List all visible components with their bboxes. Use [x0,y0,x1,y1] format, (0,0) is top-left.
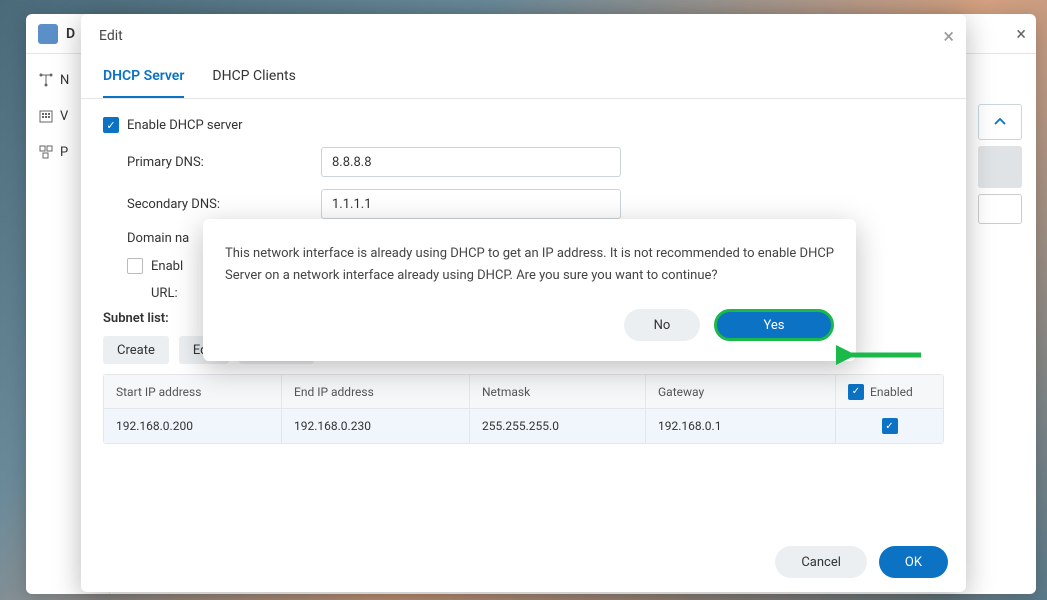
table-row[interactable]: 192.168.0.200 192.168.0.230 255.255.255.… [104,409,943,443]
primary-dns-input[interactable] [321,147,621,177]
enabled-header-checkbox[interactable]: ✓ [848,384,864,400]
tab-dhcp-server[interactable]: DHCP Server [103,58,184,98]
table-header: Start IP address End IP address Netmask … [104,375,943,409]
sidebar-item-label: P [60,145,68,160]
cell-enabled: ✓ [836,409,943,443]
white-panel [978,194,1022,224]
cell-end-ip: 192.168.0.230 [282,409,470,443]
sidebar-item-label: V [60,109,68,124]
create-button[interactable]: Create [103,336,169,364]
cell-netmask: 255.255.255.0 [470,409,646,443]
app-icon [38,24,58,44]
app-close-icon[interactable]: × [1016,24,1026,45]
building-icon [38,108,54,124]
close-icon[interactable]: × [943,24,954,48]
yes-button[interactable]: Yes [714,309,834,341]
confirm-message: This network interface is already using … [225,243,834,287]
chevron-up-icon[interactable] [978,104,1022,140]
row-enabled-checkbox[interactable]: ✓ [882,418,898,434]
enable-dhcp-checkbox[interactable]: ✓ [103,117,119,133]
enable-dhcp-label: Enable DHCP server [127,118,243,133]
confirm-dialog: This network interface is already using … [203,219,856,361]
secondary-dns-input[interactable] [321,189,621,219]
col-end-ip: End IP address [282,375,470,408]
col-enabled-label: Enabled [870,385,913,399]
enable-tftp-checkbox[interactable] [127,258,143,274]
cancel-button[interactable]: Cancel [775,546,867,578]
col-netmask: Netmask [470,375,646,408]
pxe-icon [38,144,54,160]
cell-start-ip: 192.168.0.200 [104,409,282,443]
enable-tftp-label: Enabl [151,259,183,274]
no-button[interactable]: No [624,309,700,341]
col-enabled: ✓ Enabled [836,375,943,408]
right-panel [978,104,1022,224]
subnet-table: Start IP address End IP address Netmask … [103,374,944,444]
sidebar-item-label: N [60,73,69,88]
col-gateway: Gateway [646,375,836,408]
secondary-dns-label: Secondary DNS: [127,197,321,212]
tab-dhcp-clients[interactable]: DHCP Clients [212,58,295,98]
primary-dns-label: Primary DNS: [127,155,321,170]
col-start-ip: Start IP address [104,375,282,408]
grey-panel [978,146,1022,188]
cell-gateway: 192.168.0.1 [646,409,836,443]
modal-title: Edit [99,28,123,44]
network-icon [38,72,54,88]
app-title: D [66,26,75,42]
tab-bar: DHCP Server DHCP Clients [81,58,966,99]
ok-button[interactable]: OK [879,546,948,578]
